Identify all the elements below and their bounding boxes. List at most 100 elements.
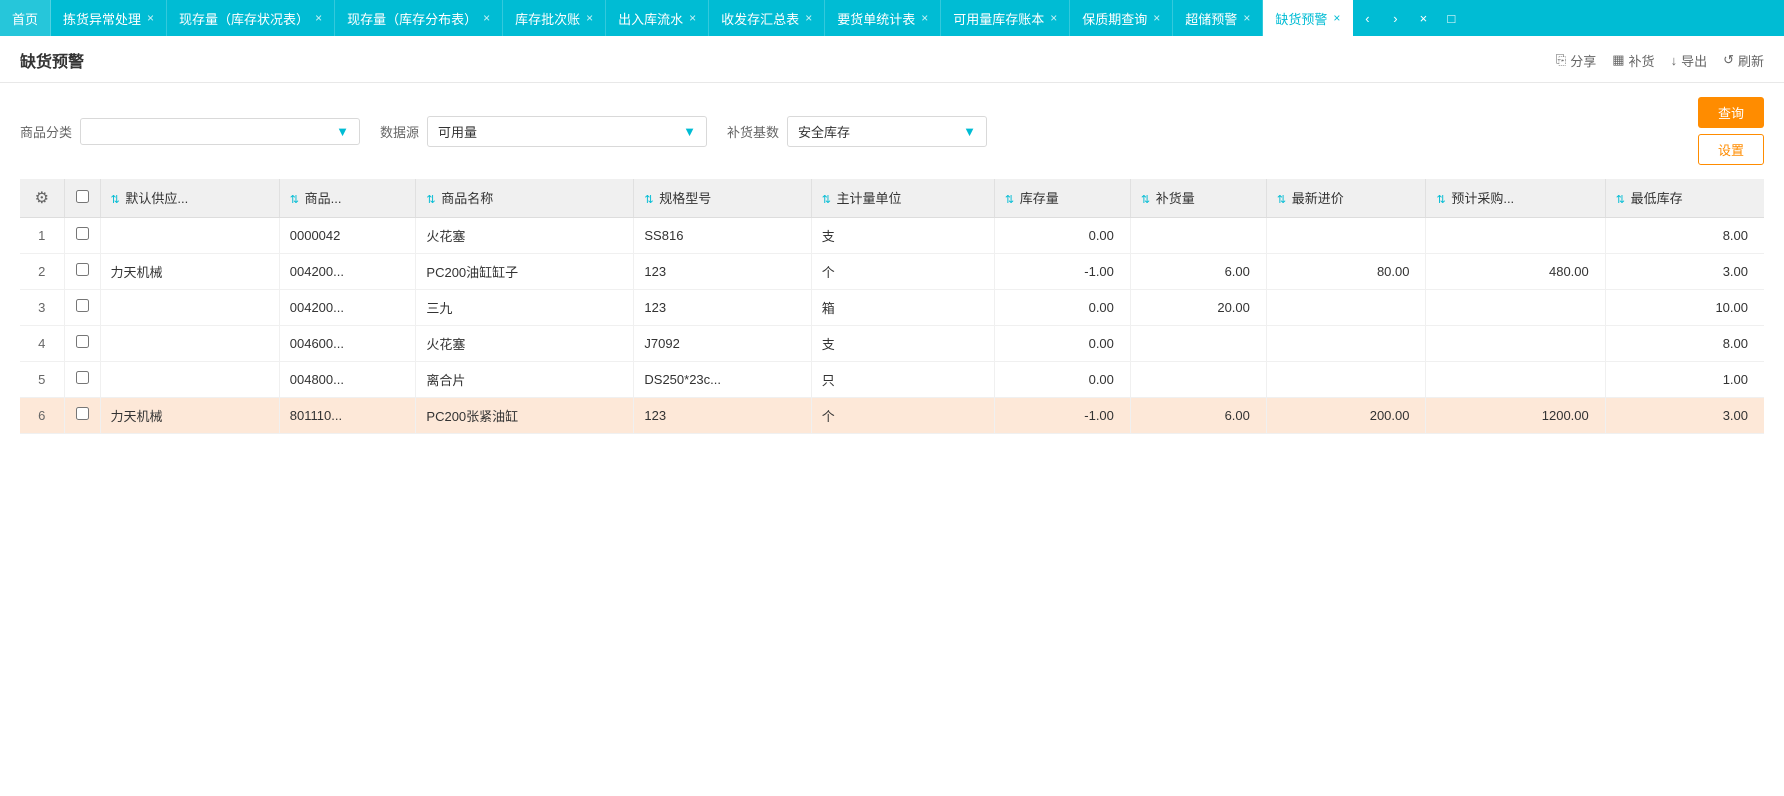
tab-shortage-close[interactable]: × <box>1333 11 1340 25</box>
row-est-purchase-6: 1200.00 <box>1426 397 1605 433</box>
row-checkbox-3[interactable] <box>64 289 100 325</box>
export-action[interactable]: ↓ 导出 <box>1671 51 1708 70</box>
col-replenish-qty[interactable]: ⇅ 补货量 <box>1130 179 1266 217</box>
row-min-stock-3: 10.00 <box>1605 289 1764 325</box>
tab-inventory-dist-close[interactable]: × <box>483 11 490 25</box>
maximize-icon: □ <box>1447 11 1455 26</box>
tab-close-all-btn[interactable]: × <box>1409 0 1437 36</box>
replenish-action[interactable]: ▦ 补货 <box>1612 51 1654 70</box>
row-num-2: 2 <box>20 253 64 289</box>
tab-inout-flow[interactable]: 出入库流水 × <box>606 0 709 36</box>
row-num-5: 5 <box>20 361 64 397</box>
col-product-name[interactable]: ⇅ 商品名称 <box>416 179 634 217</box>
tab-next-btn[interactable]: › <box>1381 0 1409 36</box>
tab-order-stats-label: 要货单统计表 <box>837 9 915 28</box>
row-select-3[interactable] <box>76 299 89 312</box>
tab-inventory-dist[interactable]: 现存量（库存分布表） × <box>335 0 503 36</box>
col-gear[interactable]: ⚙ <box>20 179 64 217</box>
row-latest-price-2: 80.00 <box>1266 253 1426 289</box>
row-replenish-qty-6: 6.00 <box>1130 397 1266 433</box>
row-checkbox-2[interactable] <box>64 253 100 289</box>
row-spec-3: 123 <box>634 289 811 325</box>
tab-order-stats-close[interactable]: × <box>921 11 928 25</box>
col-spec[interactable]: ⇅ 规格型号 <box>634 179 811 217</box>
gear-icon[interactable]: ⚙ <box>35 190 49 207</box>
col-product-code[interactable]: ⇅ 商品... <box>279 179 416 217</box>
tab-available-ledger[interactable]: 可用量库存账本 × <box>941 0 1070 36</box>
row-checkbox-4[interactable] <box>64 325 100 361</box>
row-unit-3: 箱 <box>811 289 994 325</box>
row-min-stock-2: 3.00 <box>1605 253 1764 289</box>
row-checkbox-6[interactable] <box>64 397 100 433</box>
settings-button[interactable]: 设置 <box>1698 134 1764 165</box>
col-product-code-label: 商品... <box>305 191 342 206</box>
query-button[interactable]: 查询 <box>1698 97 1764 128</box>
row-product-code-2: 004200... <box>279 253 416 289</box>
row-product-name-1: 火花塞 <box>416 217 634 253</box>
row-unit-5: 只 <box>811 361 994 397</box>
col-unit[interactable]: ⇅ 主计量单位 <box>811 179 994 217</box>
row-checkbox-1[interactable] <box>64 217 100 253</box>
tab-home[interactable]: 首页 <box>0 0 51 36</box>
row-product-code-1: 0000042 <box>279 217 416 253</box>
tab-overstock-close[interactable]: × <box>1243 11 1250 25</box>
replenish-basis-select[interactable]: 安全库存 ▼ <box>787 116 987 147</box>
row-select-1[interactable] <box>76 227 89 240</box>
row-select-5[interactable] <box>76 371 89 384</box>
tab-expiry-query[interactable]: 保质期查询 × <box>1070 0 1173 36</box>
tab-prev-btn[interactable]: ‹ <box>1353 0 1381 36</box>
row-select-2[interactable] <box>76 263 89 276</box>
sort-code-icon: ⇅ <box>290 194 299 206</box>
sort-min-stock-icon: ⇅ <box>1616 194 1625 206</box>
datasource-select[interactable]: 可用量 ▼ <box>427 116 707 147</box>
tab-abnormal[interactable]: 拣货异常处理 × <box>51 0 167 36</box>
tab-collect-summary[interactable]: 收发存汇总表 × <box>709 0 825 36</box>
tab-overstock-label: 超储预警 <box>1185 9 1237 28</box>
tab-available-ledger-close[interactable]: × <box>1050 11 1057 25</box>
tab-batch-account-close[interactable]: × <box>586 11 593 25</box>
tab-maximize-btn[interactable]: □ <box>1437 0 1465 36</box>
sort-supplier-icon: ⇅ <box>111 194 120 206</box>
row-product-name-5: 离合片 <box>416 361 634 397</box>
tab-overstock[interactable]: 超储预警 × <box>1173 0 1263 36</box>
table-header-row: ⚙ ⇅ 默认供应... ⇅ 商品... ⇅ 商品名称 <box>20 179 1764 217</box>
row-num-4: 4 <box>20 325 64 361</box>
row-spec-5: DS250*23c... <box>634 361 811 397</box>
row-product-name-3: 三九 <box>416 289 634 325</box>
tab-order-stats[interactable]: 要货单统计表 × <box>825 0 941 36</box>
col-min-stock-label: 最低库存 <box>1631 191 1683 206</box>
row-spec-6: 123 <box>634 397 811 433</box>
col-min-stock[interactable]: ⇅ 最低库存 <box>1605 179 1764 217</box>
tab-shortage[interactable]: 缺货预警 × <box>1263 0 1353 36</box>
refresh-action[interactable]: ↺ 刷新 <box>1723 51 1764 70</box>
share-action[interactable]: ⎘ 分享 <box>1556 51 1596 70</box>
col-latest-price[interactable]: ⇅ 最新进价 <box>1266 179 1426 217</box>
row-min-stock-5: 1.00 <box>1605 361 1764 397</box>
row-product-name-2: PC200油缸缸子 <box>416 253 634 289</box>
row-product-code-6: 801110... <box>279 397 416 433</box>
col-est-purchase[interactable]: ⇅ 预计采购... <box>1426 179 1605 217</box>
select-all-checkbox[interactable] <box>76 190 89 203</box>
tab-batch-account[interactable]: 库存批次账 × <box>503 0 606 36</box>
row-stock-qty-1: 0.00 <box>994 217 1130 253</box>
row-unit-1: 支 <box>811 217 994 253</box>
tab-expiry-query-label: 保质期查询 <box>1082 9 1147 28</box>
tab-inventory-status[interactable]: 现存量（库存状况表） × <box>167 0 335 36</box>
tab-collect-summary-close[interactable]: × <box>805 11 812 25</box>
category-select[interactable]: ▼ <box>80 118 360 145</box>
col-stock-qty[interactable]: ⇅ 库存量 <box>994 179 1130 217</box>
tab-inout-flow-close[interactable]: × <box>689 11 696 25</box>
datasource-filter-label: 数据源 <box>380 122 419 141</box>
row-supplier-5 <box>100 361 279 397</box>
tab-inout-flow-label: 出入库流水 <box>618 9 683 28</box>
tab-expiry-query-close[interactable]: × <box>1153 11 1160 25</box>
row-spec-1: SS816 <box>634 217 811 253</box>
tab-inventory-status-close[interactable]: × <box>315 11 322 25</box>
table-row: 6 力天机械 801110... PC200张紧油缸 123 个 -1.00 6… <box>20 397 1764 433</box>
tab-abnormal-close[interactable]: × <box>147 11 154 25</box>
row-checkbox-5[interactable] <box>64 361 100 397</box>
col-default-supplier[interactable]: ⇅ 默认供应... <box>100 179 279 217</box>
row-select-6[interactable] <box>76 407 89 420</box>
row-select-4[interactable] <box>76 335 89 348</box>
row-supplier-2: 力天机械 <box>100 253 279 289</box>
